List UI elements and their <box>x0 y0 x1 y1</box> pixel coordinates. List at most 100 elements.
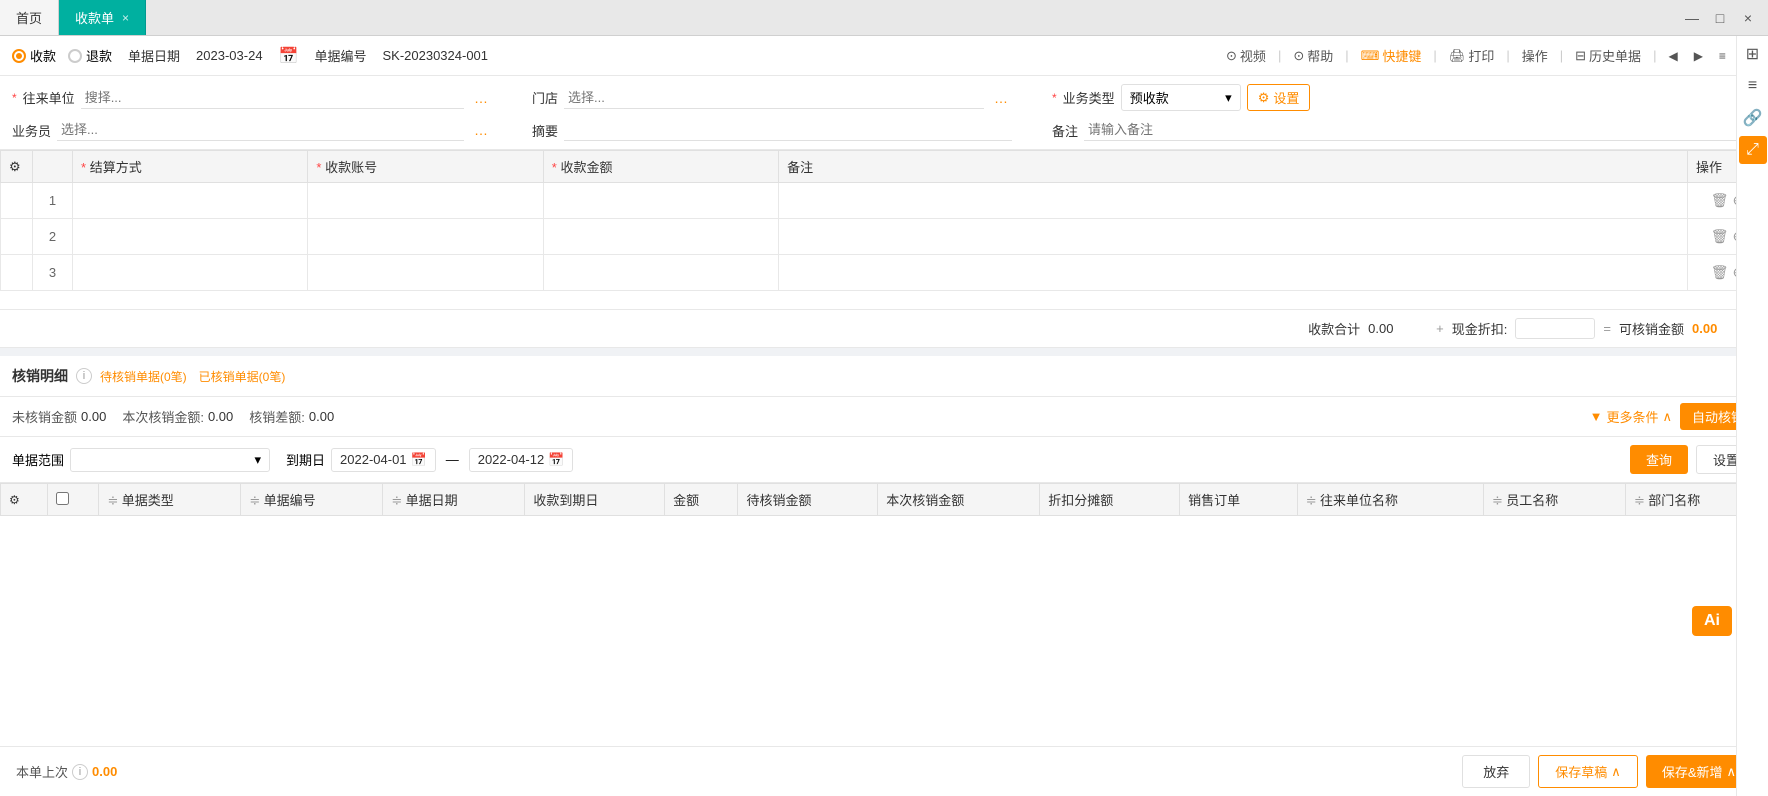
remark-label: 备注 <box>1052 121 1078 140</box>
form-row-2: 业务员 … 摘要 备注 <box>12 119 1756 141</box>
section-divider <box>0 348 1768 356</box>
tab-home[interactable]: 首页 <box>0 0 59 35</box>
tab-receipt[interactable]: 收款单 × <box>59 0 146 35</box>
date-to-value: 2022-04-12 <box>478 452 545 467</box>
receipt-type-group: 收款 退款 <box>12 46 112 65</box>
receipt-radio[interactable]: 收款 <box>12 46 56 65</box>
current-label: 本次核销金额: <box>122 407 204 426</box>
video-icon: ⊙ <box>1226 48 1237 64</box>
sidebar-list-icon[interactable]: ≡ <box>1739 72 1767 100</box>
calendar-from-icon[interactable]: 📅 <box>411 452 427 468</box>
cell-amount-2[interactable] <box>543 219 778 255</box>
done-tab[interactable]: 已核销单据(0笔) <box>199 368 286 385</box>
verifiable-label: 可核销金额 <box>1619 319 1684 338</box>
plus-sign: + <box>1436 321 1444 336</box>
cell-settlement-2[interactable] <box>73 219 308 255</box>
cell-account-3[interactable] <box>308 255 543 291</box>
table-row: 1 🗑 ⊕ <box>1 183 1768 219</box>
table-row: 3 🗑 ⊕ <box>1 255 1768 291</box>
print-btn[interactable]: 🖨 打印 <box>1445 44 1499 67</box>
tab-bar: 首页 收款单 × — □ × <box>0 0 1768 36</box>
date-value: 2023-03-24 <box>196 48 263 63</box>
history-btn[interactable]: ⊟ 历史单据 <box>1571 44 1645 67</box>
partner-more-btn[interactable]: … <box>470 90 492 106</box>
col-settings-v[interactable]: ⚙ <box>1 484 48 516</box>
query-btn[interactable]: 查询 <box>1630 445 1688 474</box>
cell-amount-1[interactable] <box>543 183 778 219</box>
date-from-input[interactable]: 2022-04-01 📅 <box>331 448 436 472</box>
refund-radio[interactable]: 退款 <box>68 46 112 65</box>
date-to-input[interactable]: 2022-04-12 📅 <box>469 448 574 472</box>
partner-label: 往来单位 <box>23 88 75 107</box>
cell-settlement-1[interactable] <box>73 183 308 219</box>
window-close-button[interactable]: × <box>1736 6 1760 30</box>
list-view-btn[interactable]: ≡ <box>1715 47 1730 65</box>
sidebar-table-icon[interactable]: ⊞ <box>1739 40 1767 68</box>
ai-button[interactable]: Ai <box>1692 606 1732 636</box>
calendar-icon[interactable]: 📅 <box>279 46 299 66</box>
business-select[interactable]: 预收款 ▾ <box>1121 84 1241 111</box>
cell-account-2[interactable] <box>308 219 543 255</box>
row-num-3: 3 <box>33 255 73 291</box>
cell-remark-3[interactable] <box>779 255 1688 291</box>
info-icon[interactable]: i <box>76 368 92 384</box>
chevron-up-icon: ∧ <box>1662 409 1672 425</box>
delete-icon-1[interactable]: 🗑 <box>1711 192 1729 209</box>
print-icon: 🖨 <box>1449 48 1466 64</box>
staff-input[interactable] <box>57 119 464 141</box>
partner-input[interactable] <box>81 87 464 109</box>
cell-settlement-3[interactable] <box>73 255 308 291</box>
col-doc-date: ≑ 单据日期 <box>383 484 525 516</box>
summary-input[interactable] <box>564 119 1012 141</box>
form-row-1: * 往来单位 … 门店 … * 业务类型 预收款 ▾ ⚙ 设置 <box>12 84 1756 111</box>
row-num-1: 1 <box>33 183 73 219</box>
save-draft-btn[interactable]: 保存草稿 ∧ <box>1538 755 1638 788</box>
remark-input[interactable] <box>1084 119 1756 141</box>
cash-discount-label: 现金折扣: <box>1452 319 1508 338</box>
cash-discount-input[interactable] <box>1515 318 1595 339</box>
receipt-radio-label: 收款 <box>30 46 56 65</box>
refund-radio-label: 退款 <box>86 46 112 65</box>
verify-section: 核销明细 i 待核销单据(0笔) 已核销单据(0笔) 未核销金额 0.00 本次… <box>0 356 1768 746</box>
col-pending: 待核销金额 <box>738 484 878 516</box>
help-icon: ⊙ <box>1293 48 1304 64</box>
cell-account-1[interactable] <box>308 183 543 219</box>
select-all-checkbox[interactable] <box>56 492 69 505</box>
delete-icon-2[interactable]: 🗑 <box>1711 228 1729 245</box>
cell-remark-2[interactable] <box>779 219 1688 255</box>
prev-btn[interactable]: ◀ <box>1664 47 1681 65</box>
maximize-button[interactable]: □ <box>1708 6 1732 30</box>
col-checkbox[interactable] <box>48 484 99 516</box>
tab-close-icon[interactable]: × <box>122 11 129 25</box>
equals-sign: = <box>1603 321 1611 336</box>
discard-btn[interactable]: 放弃 <box>1462 755 1530 788</box>
shortcut-btn[interactable]: ⌨ 快捷键 <box>1357 44 1426 67</box>
calendar-to-icon[interactable]: 📅 <box>548 452 564 468</box>
bottom-actions: 放弃 保存草稿 ∧ 保存&新增 ∧ <box>1462 755 1752 788</box>
store-input[interactable] <box>564 87 984 109</box>
settings-button[interactable]: ⚙ 设置 <box>1247 84 1311 111</box>
bottom-value: 0.00 <box>92 764 117 779</box>
bottom-info-icon[interactable]: i <box>72 764 88 780</box>
cell-amount-3[interactable] <box>543 255 778 291</box>
more-conditions-btn[interactable]: ▼ 更多条件 ∧ <box>1590 407 1672 426</box>
cell-remark-1[interactable] <box>779 183 1688 219</box>
chevron-new-icon[interactable]: ∧ <box>1726 764 1736 780</box>
delete-icon-3[interactable]: 🗑 <box>1711 264 1729 281</box>
verify-title: 核销明细 <box>12 366 68 386</box>
store-more-btn[interactable]: … <box>990 90 1012 106</box>
next-btn[interactable]: ▶ <box>1690 47 1707 65</box>
chevron-draft-icon[interactable]: ∧ <box>1611 764 1621 780</box>
help-btn[interactable]: ⊙ 帮助 <box>1289 44 1337 67</box>
col-amount: 金额 <box>665 484 738 516</box>
minimize-button[interactable]: — <box>1680 6 1704 30</box>
range-select[interactable]: ▾ <box>70 448 270 472</box>
sidebar-link-icon[interactable]: 🔗 <box>1739 104 1767 132</box>
table-settings-header[interactable]: ⚙ <box>1 151 33 183</box>
sidebar-expand-icon[interactable]: ⤢ <box>1739 136 1767 164</box>
video-btn[interactable]: ⊙ 视频 <box>1222 44 1270 67</box>
operation-btn[interactable]: 操作 <box>1518 44 1552 67</box>
diff-label: 核销差额: <box>249 407 305 426</box>
staff-more-btn[interactable]: … <box>470 122 492 138</box>
pending-tab[interactable]: 待核销单据(0笔) <box>100 368 187 385</box>
